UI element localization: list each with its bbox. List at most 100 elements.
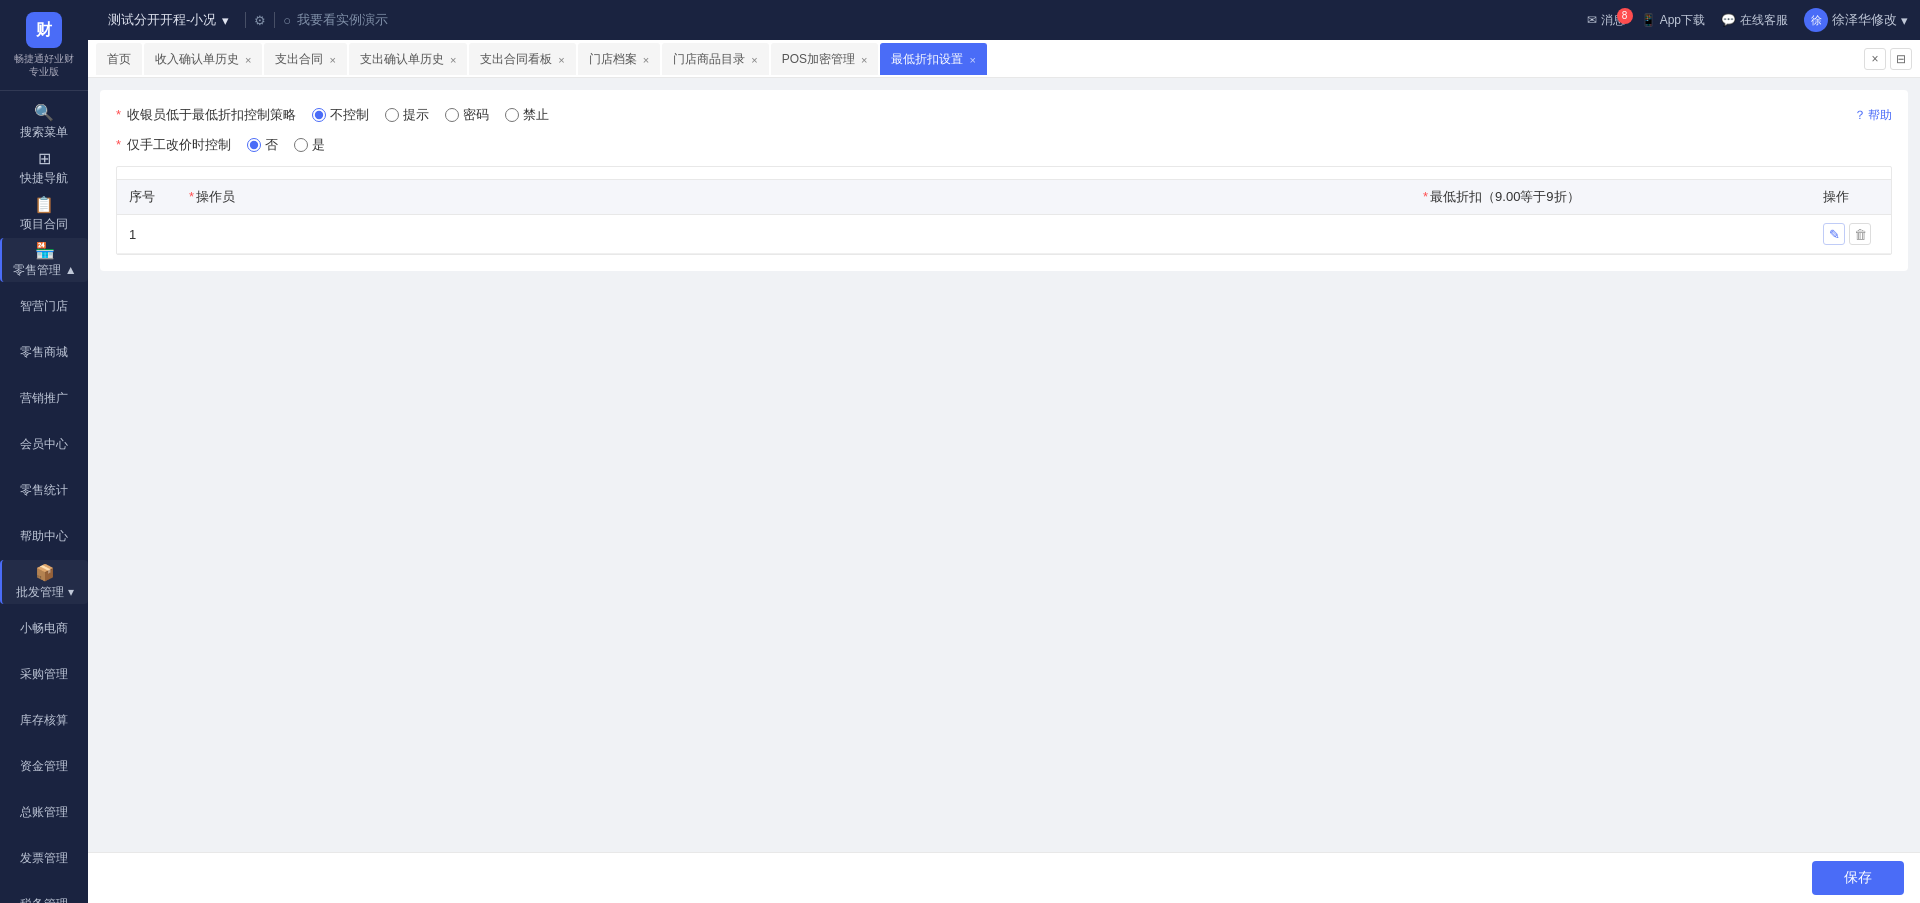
delete-row-button[interactable]: 🗑 [1849,223,1871,245]
tab-close-icon[interactable]: × [245,54,251,66]
tab-payment-board[interactable]: 支出合同看板 × [469,43,575,75]
sidebar-item-smart-store[interactable]: 智营门店 [0,284,88,328]
topbar-divider [245,12,246,28]
sidebar-logo: 财 畅捷通好业财 专业版 [0,0,88,91]
required-star2: * [116,137,121,152]
tab-label: 门店商品目录 [673,51,745,68]
tab-label: 支出合同看板 [480,51,552,68]
tab-income-confirm[interactable]: 收入确认单历史 × [144,43,262,75]
topbar-service-btn[interactable]: 💬 在线客服 [1721,12,1788,29]
circle-icon: ○ [283,13,291,28]
sidebar-item-ecommerce[interactable]: 小畅电商 [0,606,88,650]
tab-label: 最低折扣设置 [891,51,963,68]
cell-operator [177,215,1411,254]
project-label: 测试分开开程-小况 [108,11,216,29]
message-badge: 8 [1617,8,1633,24]
sidebar-item-label: 搜索菜单 [20,124,68,141]
sidebar-item-member[interactable]: 会员中心 [0,422,88,466]
strategy-radio-none[interactable] [312,108,326,122]
tab-label: 门店档案 [589,51,637,68]
strategy-radio-hint[interactable] [385,108,399,122]
manual-radio-no[interactable] [247,138,261,152]
sidebar-item-project[interactable]: 📋 项目合同 [0,192,88,236]
tab-store-products[interactable]: 门店商品目录 × [662,43,768,75]
sidebar-item-marketing[interactable]: 营销推广 [0,376,88,420]
tab-close-icon[interactable]: × [751,54,757,66]
tab-pos-manage[interactable]: POS加密管理 × [771,43,879,75]
topbar-message-btn[interactable]: ✉ 消息 8 [1587,12,1624,29]
discount-table-wrapper: 序号 *操作员 *最低折扣（9.00等于9折） 操作 1 [116,166,1892,255]
tab-close-icon[interactable]: × [450,54,456,66]
user-avatar: 徐 [1804,8,1828,32]
topbar-right: ✉ 消息 8 📱 App下载 💬 在线客服 徐 徐泽华修改 ▾ [1587,8,1908,32]
tab-label: 收入确认单历史 [155,51,239,68]
strategy-radio-forbid[interactable] [505,108,519,122]
sidebar-item-invoice[interactable]: 发票管理 [0,836,88,880]
tab-store-file[interactable]: 门店档案 × [578,43,660,75]
sidebar-item-search[interactable]: 🔍 搜索菜单 [0,100,88,144]
sidebar-item-wholesale[interactable]: 📦 批发管理 ▾ [0,560,88,604]
manual-option-yes-label: 是 [312,136,325,154]
sidebar-item-retail[interactable]: 🏪 零售管理 ▲ [0,238,88,282]
manual-option-no-label: 否 [265,136,278,154]
tab-label: 支出确认单历史 [360,51,444,68]
strategy-option-forbid[interactable]: 禁止 [505,106,549,124]
tab-payment-contract[interactable]: 支出合同 × [264,43,346,75]
tab-close-icon[interactable]: × [558,54,564,66]
cell-seq: 1 [117,215,177,254]
manual-label: * 仅手工改价时控制 [116,136,231,154]
tab-close-icon[interactable]: × [329,54,335,66]
col-header-seq: 序号 [117,180,177,215]
sidebar-item-retail-mall[interactable]: 零售商城 [0,330,88,374]
sidebar-item-retail-stat[interactable]: 零售统计 [0,468,88,512]
logo-icon: 财 [26,12,62,48]
user-chevron-icon: ▾ [1901,13,1908,28]
topbar-demo-link[interactable]: ○ 我要看实例演示 [283,11,388,29]
row-action-buttons: ✎ 🗑 [1823,223,1879,245]
sidebar-item-label: 会员中心 [20,436,68,453]
sidebar-item-label: 零售统计 [20,482,68,499]
sidebar-item-purchase[interactable]: 采购管理 [0,652,88,696]
content-card: * 收银员低于最低折扣控制策略 不控制 提示 密码 [100,90,1908,271]
topbar-app-download-btn[interactable]: 📱 App下载 [1641,12,1705,29]
strategy-option-hint-label: 提示 [403,106,429,124]
manual-option-yes[interactable]: 是 [294,136,325,154]
sidebar-item-tax[interactable]: 税务管理 [0,882,88,903]
sidebar-item-inventory[interactable]: 库存核算 [0,698,88,742]
manual-radio-group: 否 是 [247,136,325,154]
sidebar-item-label: 营销推广 [20,390,68,407]
tab-menu-btn[interactable]: ⊟ [1890,48,1912,70]
strategy-option-hint[interactable]: 提示 [385,106,429,124]
strategy-option-forbid-label: 禁止 [523,106,549,124]
sidebar-item-nav[interactable]: ⊞ 快捷导航 [0,146,88,190]
topbar-user[interactable]: 徐 徐泽华修改 ▾ [1804,8,1908,32]
topbar-settings-btn[interactable]: ⚙ [254,13,266,28]
bottom-bar: 保存 [88,852,1920,903]
tab-label: POS加密管理 [782,51,855,68]
strategy-radio-password[interactable] [445,108,459,122]
sidebar-item-finance[interactable]: 资金管理 [0,744,88,788]
edit-row-button[interactable]: ✎ [1823,223,1845,245]
strategy-option-password[interactable]: 密码 [445,106,489,124]
tab-home[interactable]: 首页 [96,43,142,75]
tab-close-icon[interactable]: × [969,54,975,66]
sidebar-item-help[interactable]: 帮助中心 [0,514,88,558]
sidebar-item-label: 项目合同 [20,216,68,233]
help-button[interactable]: ？ 帮助 [1854,107,1892,124]
required-star: * [116,107,121,122]
strategy-radio-group: 不控制 提示 密码 禁止 [312,106,549,124]
topbar-project[interactable]: 测试分开开程-小况 ▾ [100,7,237,33]
sidebar-item-accounting[interactable]: 总账管理 [0,790,88,834]
tab-close-icon[interactable]: × [861,54,867,66]
manual-radio-yes[interactable] [294,138,308,152]
strategy-option-none[interactable]: 不控制 [312,106,369,124]
manual-option-no[interactable]: 否 [247,136,278,154]
tab-payment-confirm[interactable]: 支出确认单历史 × [349,43,467,75]
help-icon: ？ [1854,107,1866,124]
nav-icon: ⊞ [38,149,51,168]
save-button[interactable]: 保存 [1812,861,1904,895]
tab-min-discount[interactable]: 最低折扣设置 × [880,43,986,75]
tab-close-icon[interactable]: × [643,54,649,66]
tab-close-btn[interactable]: × [1864,48,1886,70]
sidebar-item-label: 零售管理 ▲ [13,262,76,279]
